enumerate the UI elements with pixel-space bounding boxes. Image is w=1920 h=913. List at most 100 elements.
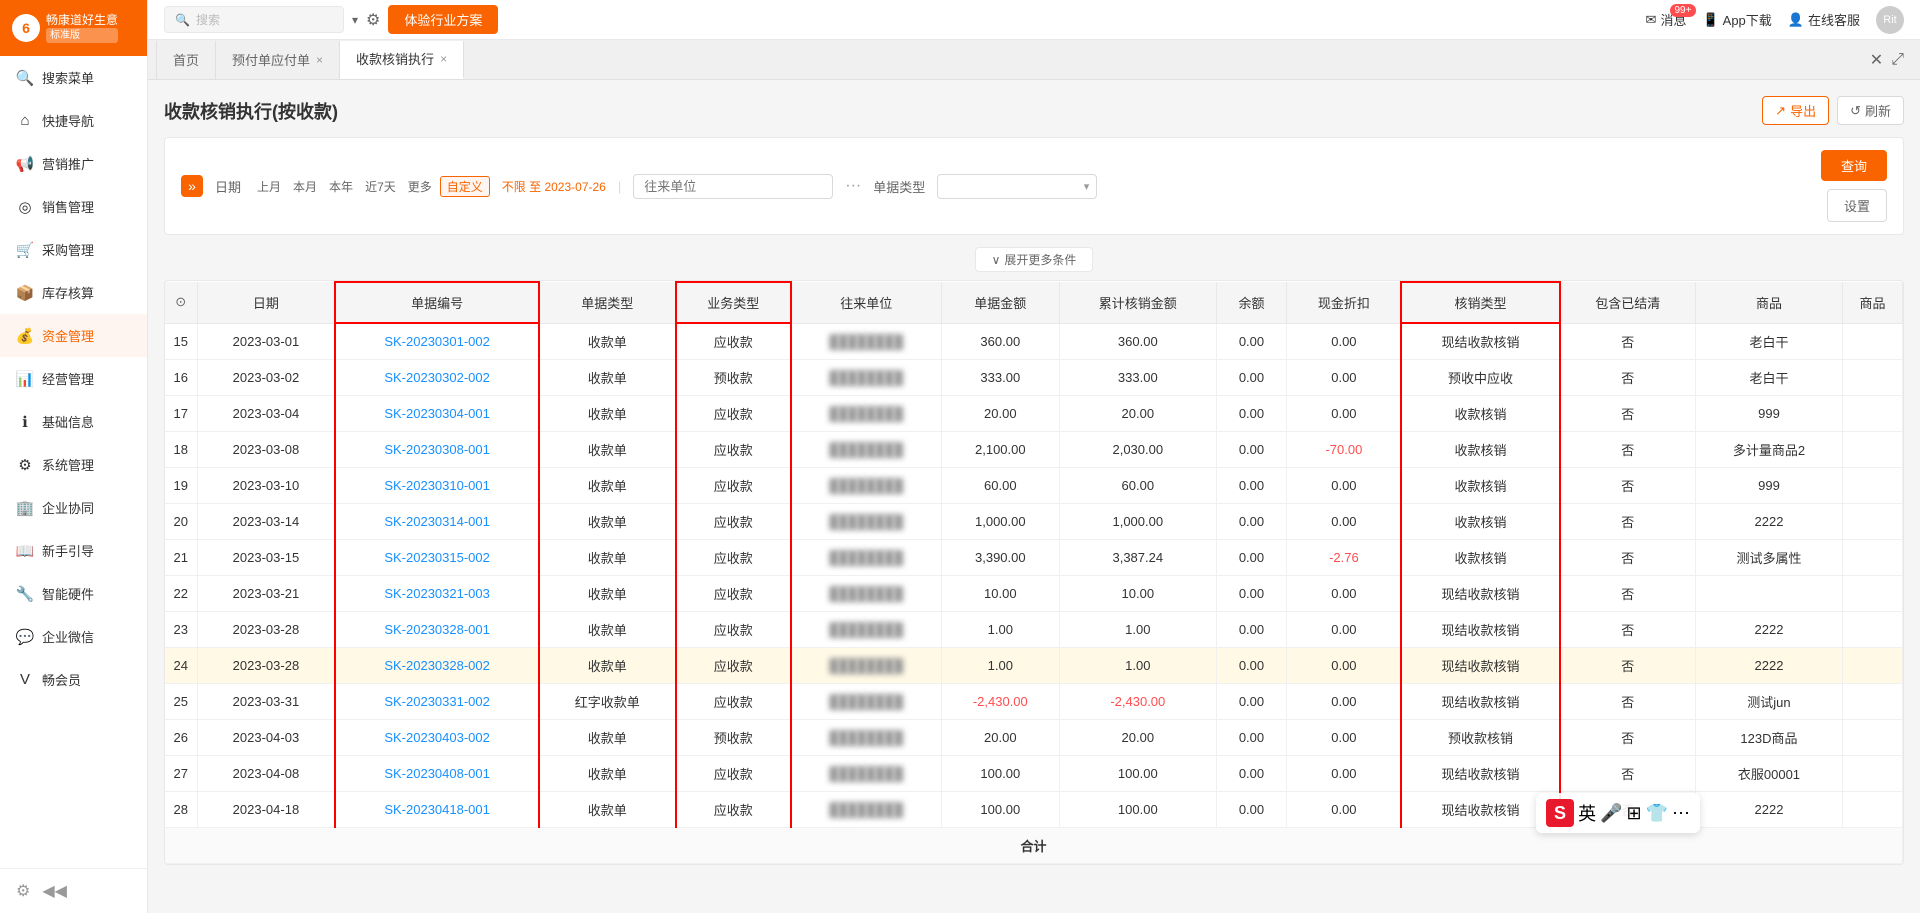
filter-date-this-year[interactable]: 本年 bbox=[325, 176, 357, 197]
table-row: 22 2023-03-21 SK-20230321-003 收款单 应收款 ██… bbox=[165, 576, 1903, 612]
cell-sn: SK-20230328-001 bbox=[335, 612, 538, 648]
filter-type-select[interactable] bbox=[937, 174, 1097, 199]
cell-no: 15 bbox=[165, 323, 197, 360]
sidebar-item-hardware[interactable]: 🔧 智能硬件 bbox=[0, 572, 147, 615]
sidebar-item-guide[interactable]: 📖 新手引导 bbox=[0, 529, 147, 572]
sidebar-item-marketing[interactable]: 📢 营销推广 bbox=[0, 142, 147, 185]
sidebar-item-label: 采购管理 bbox=[42, 240, 94, 259]
collapse-icon[interactable]: ◀◀ bbox=[42, 881, 67, 901]
sn-link[interactable]: SK-20230308-001 bbox=[384, 442, 490, 457]
cell-cancel-amt: 20.00 bbox=[1060, 720, 1217, 756]
cell-cancel-type: 预收款核销 bbox=[1401, 720, 1559, 756]
filter-dots[interactable]: ··· bbox=[845, 177, 861, 195]
cell-amount: 20.00 bbox=[941, 720, 1059, 756]
topbar-gear-icon[interactable]: ⚙ bbox=[366, 10, 380, 30]
sidebar-item-basic[interactable]: ℹ 基础信息 bbox=[0, 400, 147, 443]
export-button[interactable]: ↗ 导出 bbox=[1762, 96, 1829, 125]
sn-link[interactable]: SK-20230408-001 bbox=[384, 766, 490, 781]
sn-link[interactable]: SK-20230310-001 bbox=[384, 478, 490, 493]
avatar[interactable]: Rit bbox=[1876, 6, 1904, 34]
message-button[interactable]: ✉ 消息 99+ bbox=[1646, 10, 1687, 29]
sidebar-item-purchase[interactable]: 🛒 采购管理 bbox=[0, 228, 147, 271]
cell-biz-type: 应收款 bbox=[676, 792, 791, 828]
sn-link[interactable]: SK-20230321-003 bbox=[384, 586, 490, 601]
sidebar-item-operations[interactable]: 📊 经营管理 bbox=[0, 357, 147, 400]
sidebar-item-inventory[interactable]: 📦 库存核算 bbox=[0, 271, 147, 314]
app-download-button[interactable]: 📱 App下载 bbox=[1702, 10, 1771, 29]
cell-cancel-amt: 1.00 bbox=[1060, 648, 1217, 684]
page-actions: ↗ 导出 ↺ 刷新 bbox=[1762, 96, 1904, 125]
sidebar-item-system[interactable]: ⚙ 系统管理 bbox=[0, 443, 147, 486]
watermark-chinese-icon[interactable]: 英 bbox=[1578, 800, 1596, 826]
watermark-shirt-icon[interactable]: 👕 bbox=[1646, 803, 1668, 824]
maximize-icon[interactable]: ⤢ bbox=[1891, 51, 1904, 69]
sidebar-item-corp[interactable]: 🏢 企业协同 bbox=[0, 486, 147, 529]
sn-link[interactable]: SK-20230403-002 bbox=[384, 730, 490, 745]
cell-cancel-type: 现结收款核销 bbox=[1401, 576, 1559, 612]
page-title: 收款核销执行(按收款) bbox=[164, 98, 338, 124]
filter-date-more[interactable]: 更多 bbox=[404, 176, 436, 197]
tab-collection-close[interactable]: × bbox=[440, 52, 447, 66]
sn-link[interactable]: SK-20230331-002 bbox=[384, 694, 490, 709]
tab-prepay-close[interactable]: × bbox=[316, 53, 323, 67]
cell-unit: ████████ bbox=[791, 648, 941, 684]
cell-bill-type: 收款单 bbox=[539, 396, 676, 432]
cell-goods2 bbox=[1843, 648, 1903, 684]
cell-cancel-amt: 333.00 bbox=[1060, 360, 1217, 396]
filter-date-last-month[interactable]: 上月 bbox=[253, 176, 285, 197]
sn-link[interactable]: SK-20230314-001 bbox=[384, 514, 490, 529]
sn-link[interactable]: SK-20230315-002 bbox=[384, 550, 490, 565]
watermark-more-icon[interactable]: ⋯ bbox=[1672, 803, 1690, 824]
filter-unit-input[interactable] bbox=[633, 174, 833, 199]
industry-solution-button[interactable]: 体验行业方案 bbox=[388, 5, 498, 34]
cell-goods1: 123D商品 bbox=[1695, 720, 1842, 756]
tab-prepay[interactable]: 预付单应付单 × bbox=[216, 41, 340, 79]
filter-toggle-button[interactable]: » bbox=[181, 175, 203, 197]
expand-conditions-button[interactable]: ∨ 展开更多条件 bbox=[975, 247, 1094, 272]
cell-amount: -2,430.00 bbox=[941, 684, 1059, 720]
sidebar-item-member[interactable]: V 畅会员 bbox=[0, 658, 147, 701]
sn-link[interactable]: SK-20230304-001 bbox=[384, 406, 490, 421]
topbar-search-box[interactable]: 🔍 搜索 bbox=[164, 6, 344, 33]
cell-balance: 0.00 bbox=[1216, 504, 1287, 540]
close-all-tabs-icon[interactable]: ✕ bbox=[1870, 50, 1883, 70]
settings-icon[interactable]: ⚙ bbox=[16, 881, 30, 901]
tab-home[interactable]: 首页 bbox=[156, 41, 216, 79]
sidebar-item-search[interactable]: 🔍 搜索菜单 bbox=[0, 56, 147, 99]
cell-cancel-type: 现结收款核销 bbox=[1401, 612, 1559, 648]
filter-date-7days[interactable]: 近7天 bbox=[361, 176, 400, 197]
sn-link[interactable]: SK-20230328-001 bbox=[384, 622, 490, 637]
filter-date-this-month[interactable]: 本月 bbox=[289, 176, 321, 197]
sidebar-item-finance[interactable]: 💰 资金管理 bbox=[0, 314, 147, 357]
sidebar-item-quicknav[interactable]: ⌂ 快捷导航 bbox=[0, 99, 147, 142]
cell-cancel-amt: 1,000.00 bbox=[1060, 504, 1217, 540]
sidebar-item-sales[interactable]: ◎ 销售管理 bbox=[0, 185, 147, 228]
refresh-button[interactable]: ↺ 刷新 bbox=[1837, 96, 1904, 125]
watermark-mic-icon[interactable]: 🎤 bbox=[1600, 803, 1622, 824]
cell-amount: 360.00 bbox=[941, 323, 1059, 360]
tab-collection[interactable]: 收款核销执行 × bbox=[340, 41, 464, 79]
sn-link[interactable]: SK-20230418-001 bbox=[384, 802, 490, 817]
table-settings-icon[interactable]: ⊙ bbox=[165, 282, 197, 323]
cell-unit: ████████ bbox=[791, 504, 941, 540]
cell-balance: 0.00 bbox=[1216, 576, 1287, 612]
cell-balance: 0.00 bbox=[1216, 792, 1287, 828]
cell-date: 2023-03-02 bbox=[197, 360, 335, 396]
cell-unit: ████████ bbox=[791, 396, 941, 432]
sidebar-item-wechat[interactable]: 💬 企业微信 bbox=[0, 615, 147, 658]
online-service-button[interactable]: 👤 在线客服 bbox=[1788, 10, 1860, 29]
export-icon: ↗ bbox=[1775, 103, 1786, 119]
sn-link[interactable]: SK-20230301-002 bbox=[384, 334, 490, 349]
cell-included: 否 bbox=[1560, 720, 1696, 756]
sidebar-item-label: 库存核算 bbox=[42, 283, 94, 302]
sn-link[interactable]: SK-20230302-002 bbox=[384, 370, 490, 385]
watermark-grid-icon[interactable]: ⊞ bbox=[1626, 803, 1641, 824]
topbar-dropdown[interactable]: ▾ bbox=[352, 13, 358, 27]
filter-settings-button[interactable]: 设置 bbox=[1827, 189, 1887, 222]
filter-date-custom[interactable]: 自定义 bbox=[440, 176, 490, 197]
query-button[interactable]: 查询 bbox=[1821, 150, 1887, 181]
col-header-biz-type: 业务类型 bbox=[676, 282, 791, 323]
sn-link[interactable]: SK-20230328-002 bbox=[384, 658, 490, 673]
col-header-discount: 现金折扣 bbox=[1287, 282, 1402, 323]
search-icon: 🔍 bbox=[175, 13, 190, 27]
